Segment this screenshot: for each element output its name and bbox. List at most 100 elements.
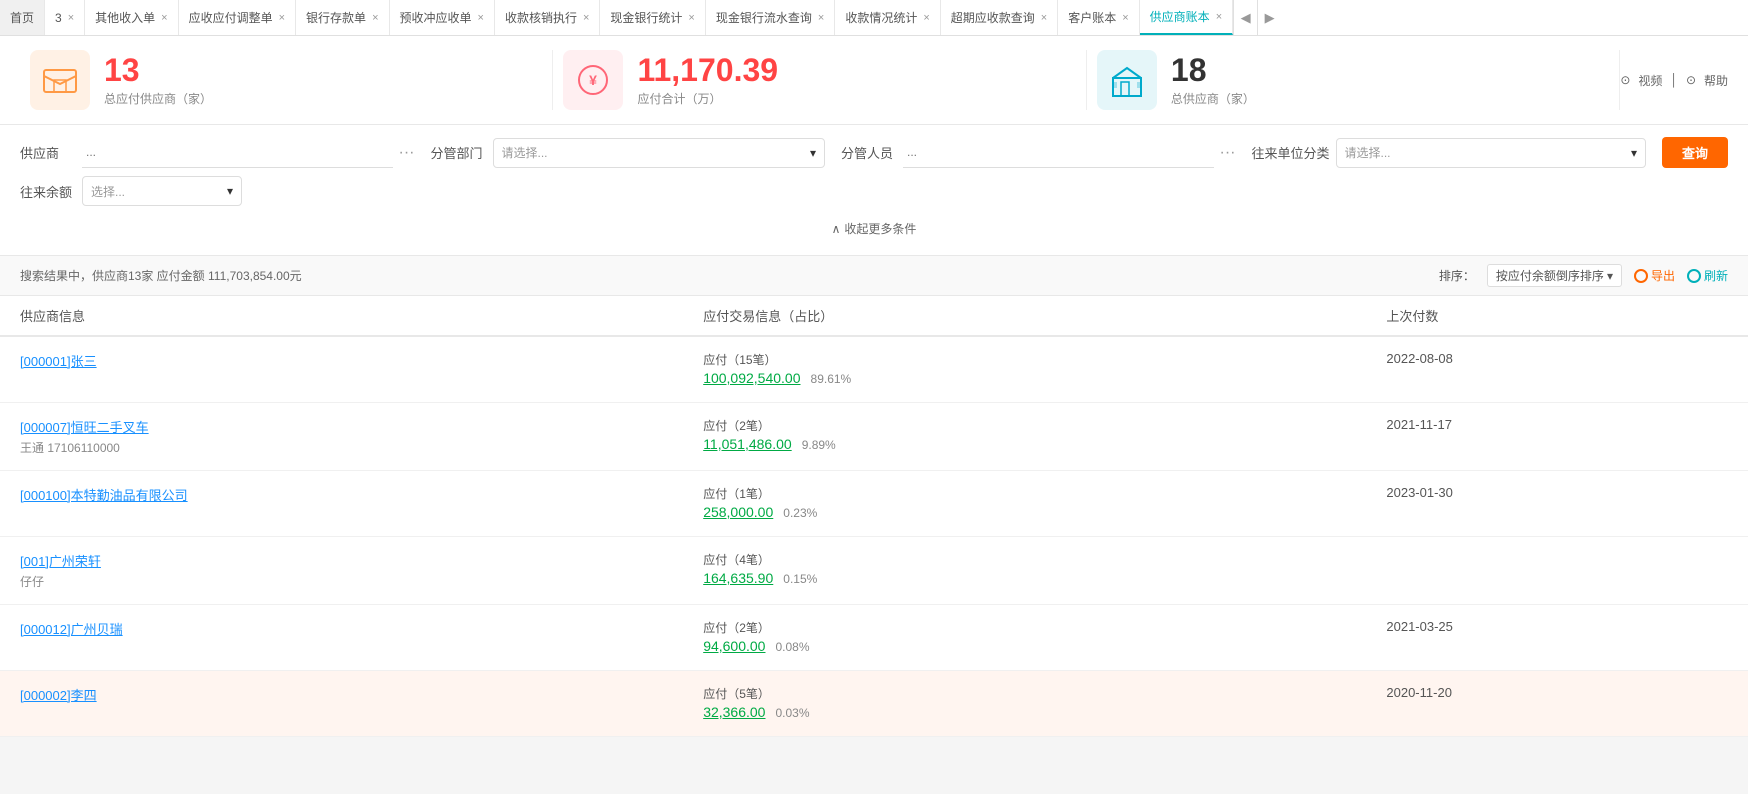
stat-value-total: 18: [1171, 54, 1255, 86]
query-button[interactable]: 查询: [1662, 137, 1728, 168]
tx-row: 258,000.00 0.23%: [703, 502, 1386, 522]
nav-cash-bank-stat[interactable]: 现金银行统计 ×: [600, 0, 705, 35]
sort-label: 排序：: [1439, 267, 1475, 284]
col-header-supplier: 供应商信息: [20, 306, 703, 325]
category-select[interactable]: 请选择... ▾: [1336, 138, 1646, 168]
nav-collect-stat-label: 收款情况统计: [845, 9, 917, 26]
supplier-input[interactable]: [82, 138, 393, 168]
nav-customer-account[interactable]: 客户账本 ×: [1058, 0, 1139, 35]
nav-other-income[interactable]: 其他收入单 ×: [85, 0, 178, 35]
tx-pct: 0.08%: [775, 640, 809, 654]
nav-collect-stat[interactable]: 收款情况统计 ×: [835, 0, 940, 35]
close-icon[interactable]: ×: [583, 12, 589, 24]
nav-overdue-query[interactable]: 超期应收款查询 ×: [941, 0, 1058, 35]
tx-pct: 9.89%: [802, 438, 836, 452]
nav-bank-deposit[interactable]: 银行存款单 ×: [296, 0, 389, 35]
help-icon: ⊙: [1686, 73, 1696, 87]
stat-info-suppliers: 13 总应付供应商（家）: [104, 54, 212, 107]
dept-select[interactable]: 请选择... ▾: [493, 138, 826, 168]
close-icon[interactable]: ×: [1216, 11, 1222, 23]
tx-pct: 89.61%: [811, 372, 852, 386]
table-row: [001]广州荣轩 仔仔 应付（4笔） 164,635.90 0.15%: [0, 537, 1748, 605]
last-pay-cell: 2023-01-30: [1386, 485, 1728, 500]
supplier-link[interactable]: [001]广州荣轩: [20, 554, 101, 569]
help-link[interactable]: 帮助: [1704, 72, 1728, 89]
close-icon[interactable]: ×: [372, 12, 378, 24]
chevron-down-icon: ▾: [1631, 146, 1637, 160]
video-link[interactable]: 视频: [1638, 72, 1662, 89]
category-select-placeholder: 请选择...: [1345, 144, 1391, 161]
close-icon[interactable]: ×: [818, 12, 824, 24]
tx-amount[interactable]: 32,366.00: [703, 704, 765, 720]
nav-other-income-label: 其他收入单: [95, 9, 155, 26]
filter-dept: 分管部门 请选择... ▾: [431, 138, 826, 168]
close-icon[interactable]: ×: [1122, 12, 1128, 24]
separator: │: [1670, 73, 1678, 87]
nav-supplier-account[interactable]: 供应商账本 ×: [1140, 0, 1233, 35]
nav-overdue-query-label: 超期应收款查询: [951, 9, 1035, 26]
tx-amount[interactable]: 100,092,540.00: [703, 370, 800, 386]
supplier-link[interactable]: [000001]张三: [20, 354, 97, 369]
tx-amount[interactable]: 11,051,486.00: [703, 436, 792, 452]
nav-tab3-label: 3: [55, 11, 62, 25]
nav-collect-check[interactable]: 收款核销执行 ×: [495, 0, 600, 35]
collapse-button[interactable]: ∧ 收起更多条件: [20, 214, 1728, 243]
col-header-transaction: 应付交易信息（占比）: [703, 306, 1386, 325]
last-pay-date: 2022-08-08: [1386, 351, 1453, 366]
nav-home[interactable]: 首页: [0, 0, 45, 35]
nav-arrow-left[interactable]: ◀: [1233, 0, 1257, 35]
person-input[interactable]: [903, 138, 1214, 168]
tx-row: 32,366.00 0.03%: [703, 702, 1386, 722]
transaction-cell: 应付（2笔） 94,600.00 0.08%: [703, 619, 1386, 656]
svg-text:¥: ¥: [590, 72, 598, 88]
supplier-cell: [000012]广州贝瑞: [20, 619, 703, 638]
supplier-filter-label: 供应商: [20, 143, 76, 162]
nav-advance-collect[interactable]: 预收冲应收单 ×: [390, 0, 495, 35]
close-icon[interactable]: ×: [68, 12, 74, 24]
supplier-link[interactable]: [000012]广州贝瑞: [20, 622, 123, 637]
supplier-sub: 王通 17106110000: [20, 439, 703, 456]
supplier-cell: [000001]张三: [20, 351, 703, 370]
tx-row: 100,092,540.00 89.61%: [703, 368, 1386, 388]
close-icon[interactable]: ×: [478, 12, 484, 24]
nav-arrow-right[interactable]: ▶: [1257, 0, 1281, 35]
stat-label-suppliers: 总应付供应商（家）: [104, 90, 212, 107]
tx-label: 应付（5笔）: [703, 685, 1386, 702]
supplier-more-icon[interactable]: ···: [399, 144, 415, 162]
table-header: 供应商信息 应付交易信息（占比） 上次付数: [0, 296, 1748, 337]
nav-ap-adjust[interactable]: 应收应付调整单 ×: [179, 0, 296, 35]
table-row: [000100]本特勤油品有限公司 应付（1笔） 258,000.00 0.23…: [0, 471, 1748, 537]
amount-svg-icon: ¥: [573, 60, 613, 100]
nav-tab3[interactable]: 3 ×: [45, 0, 85, 35]
supplier-link[interactable]: [000002]李四: [20, 688, 97, 703]
close-icon[interactable]: ×: [279, 12, 285, 24]
supplier-cell: [000002]李四: [20, 685, 703, 704]
stat-info-total: 18 总供应商（家）: [1171, 54, 1255, 107]
nav-supplier-account-label: 供应商账本: [1150, 8, 1210, 25]
amount-icon: ¥: [563, 50, 623, 110]
filter-balance: 往来余额 选择... ▾: [20, 176, 280, 206]
supplier-link[interactable]: [000100]本特勤油品有限公司: [20, 488, 188, 503]
last-pay-cell: 2020-11-20: [1386, 685, 1728, 700]
export-button[interactable]: 导出: [1634, 267, 1675, 284]
nav-bank-deposit-label: 银行存款单: [306, 9, 366, 26]
sort-value: 按应付余额倒序排序: [1496, 267, 1604, 284]
tx-amount[interactable]: 258,000.00: [703, 504, 773, 520]
nav-cash-bank-flow[interactable]: 现金银行流水查询 ×: [706, 0, 835, 35]
tx-label: 应付（2笔）: [703, 417, 1386, 434]
close-icon[interactable]: ×: [923, 12, 929, 24]
supplier-link[interactable]: [000007]恒旺二手叉车: [20, 420, 149, 435]
refresh-button[interactable]: 刷新: [1687, 267, 1728, 284]
close-icon[interactable]: ×: [161, 12, 167, 24]
tx-amount[interactable]: 164,635.90: [703, 570, 773, 586]
close-icon[interactable]: ×: [688, 12, 694, 24]
transaction-cell: 应付（5笔） 32,366.00 0.03%: [703, 685, 1386, 722]
sort-button[interactable]: 按应付余额倒序排序 ▾: [1487, 264, 1622, 287]
tx-amount[interactable]: 94,600.00: [703, 638, 765, 654]
close-icon[interactable]: ×: [1041, 12, 1047, 24]
balance-select[interactable]: 选择... ▾: [82, 176, 242, 206]
tx-row: 11,051,486.00 9.89%: [703, 434, 1386, 454]
tx-label: 应付（4笔）: [703, 551, 1386, 568]
tx-pct: 0.23%: [783, 506, 817, 520]
person-more-icon[interactable]: ···: [1220, 144, 1236, 162]
